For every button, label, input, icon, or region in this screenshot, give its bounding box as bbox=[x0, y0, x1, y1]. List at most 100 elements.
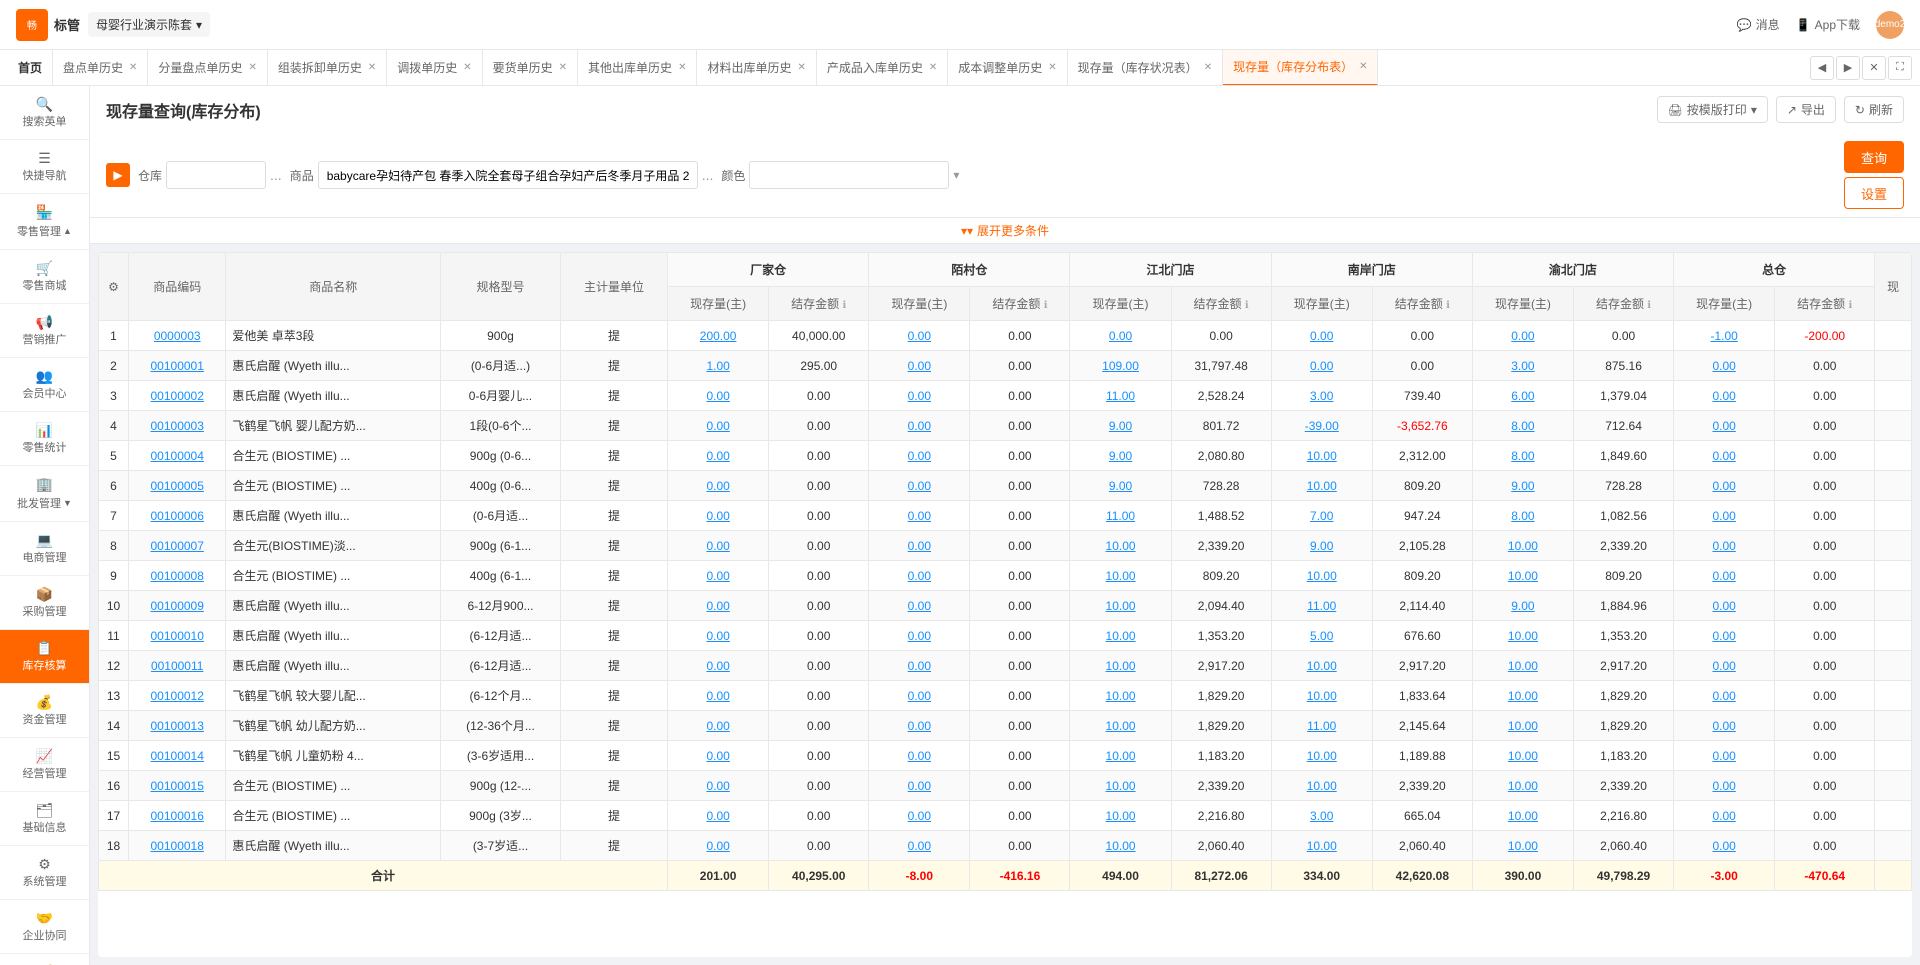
row-c5-qty[interactable]: 10.00 bbox=[1472, 681, 1573, 711]
row-c4-qty[interactable]: 0.00 bbox=[1271, 351, 1372, 381]
row-c2-qty[interactable]: 0.00 bbox=[869, 591, 970, 621]
sidebar-item-wholesale[interactable]: 🏢 批发管理 ▼ bbox=[0, 466, 89, 522]
tab-4-close[interactable]: ✕ bbox=[463, 62, 471, 73]
store-selector[interactable]: 母婴行业演示陈套 ▾ bbox=[88, 12, 210, 37]
row-code[interactable]: 00100018 bbox=[129, 831, 226, 861]
info-icon-4[interactable]: ℹ bbox=[1446, 300, 1450, 311]
row-total-qty[interactable]: 0.00 bbox=[1674, 831, 1775, 861]
row-c2-qty[interactable]: 0.00 bbox=[869, 381, 970, 411]
row-total-qty[interactable]: 0.00 bbox=[1674, 651, 1775, 681]
row-c2-qty[interactable]: 0.00 bbox=[869, 411, 970, 441]
row-c1-qty[interactable]: 0.00 bbox=[668, 771, 769, 801]
row-c5-qty[interactable]: 10.00 bbox=[1472, 831, 1573, 861]
row-c3-qty[interactable]: 9.00 bbox=[1070, 471, 1171, 501]
row-c4-qty[interactable]: 10.00 bbox=[1271, 771, 1372, 801]
row-c1-qty[interactable]: 0.00 bbox=[668, 711, 769, 741]
sidebar-item-purchase[interactable]: 📦 采购管理 bbox=[0, 576, 89, 630]
row-c5-qty[interactable]: 6.00 bbox=[1472, 381, 1573, 411]
row-c2-qty[interactable]: 0.00 bbox=[869, 651, 970, 681]
tab-5[interactable]: 要货单历史 ✕ bbox=[483, 50, 578, 86]
tab-8-close[interactable]: ✕ bbox=[929, 62, 937, 73]
row-c3-qty[interactable]: 10.00 bbox=[1070, 531, 1171, 561]
sidebar-item-finance[interactable]: 💰 资金管理 bbox=[0, 684, 89, 738]
row-c1-qty[interactable]: 0.00 bbox=[668, 471, 769, 501]
row-c1-qty[interactable]: 0.00 bbox=[668, 411, 769, 441]
row-total-qty[interactable]: 0.00 bbox=[1674, 381, 1775, 411]
row-c5-qty[interactable]: 8.00 bbox=[1472, 501, 1573, 531]
row-c1-qty[interactable]: 0.00 bbox=[668, 741, 769, 771]
row-c1-qty[interactable]: 0.00 bbox=[668, 441, 769, 471]
row-total-qty[interactable]: 0.00 bbox=[1674, 681, 1775, 711]
row-c3-qty[interactable]: 0.00 bbox=[1070, 321, 1171, 351]
row-c3-qty[interactable]: 10.00 bbox=[1070, 621, 1171, 651]
row-c4-qty[interactable]: 10.00 bbox=[1271, 741, 1372, 771]
row-c4-qty[interactable]: 9.00 bbox=[1271, 531, 1372, 561]
sidebar-item-guide[interactable]: 🧭 新手引导 bbox=[0, 954, 89, 965]
row-c4-qty[interactable]: 11.00 bbox=[1271, 591, 1372, 621]
row-c5-qty[interactable]: 10.00 bbox=[1472, 561, 1573, 591]
tab-5-close[interactable]: ✕ bbox=[559, 62, 567, 73]
row-c4-qty[interactable]: 10.00 bbox=[1271, 831, 1372, 861]
row-code[interactable]: 00100003 bbox=[129, 411, 226, 441]
row-code[interactable]: 00100013 bbox=[129, 711, 226, 741]
row-c5-qty[interactable]: 10.00 bbox=[1472, 651, 1573, 681]
row-c3-qty[interactable]: 10.00 bbox=[1070, 651, 1171, 681]
row-c5-qty[interactable]: 0.00 bbox=[1472, 321, 1573, 351]
row-c2-qty[interactable]: 0.00 bbox=[869, 831, 970, 861]
row-c4-qty[interactable]: 10.00 bbox=[1271, 471, 1372, 501]
export-btn[interactable]: ↗ 导出 bbox=[1776, 96, 1836, 123]
row-code[interactable]: 0000003 bbox=[129, 321, 226, 351]
tab-next-btn[interactable]: ▶ bbox=[1836, 56, 1860, 80]
row-c1-qty[interactable]: 1.00 bbox=[668, 351, 769, 381]
row-code[interactable]: 00100012 bbox=[129, 681, 226, 711]
row-code[interactable]: 00100006 bbox=[129, 501, 226, 531]
row-c5-qty[interactable]: 8.00 bbox=[1472, 411, 1573, 441]
row-code[interactable]: 00100009 bbox=[129, 591, 226, 621]
row-c5-qty[interactable]: 10.00 bbox=[1472, 531, 1573, 561]
row-c2-qty[interactable]: 0.00 bbox=[869, 711, 970, 741]
row-c2-qty[interactable]: 0.00 bbox=[869, 531, 970, 561]
row-code[interactable]: 00100007 bbox=[129, 531, 226, 561]
row-c5-qty[interactable]: 9.00 bbox=[1472, 591, 1573, 621]
tab-close-all-btn[interactable]: ✕ bbox=[1862, 56, 1886, 80]
user-menu[interactable]: demo2 bbox=[1876, 11, 1904, 39]
row-total-qty[interactable]: 0.00 bbox=[1674, 501, 1775, 531]
tab-1[interactable]: 盘点单历史 ✕ bbox=[53, 50, 148, 86]
row-c1-qty[interactable]: 0.00 bbox=[668, 501, 769, 531]
row-total-qty[interactable]: 0.00 bbox=[1674, 771, 1775, 801]
row-c1-qty[interactable]: 0.00 bbox=[668, 831, 769, 861]
sidebar-item-operations[interactable]: 📈 经营管理 bbox=[0, 738, 89, 792]
sidebar-item-retail-shop[interactable]: 🛒 零售商城 bbox=[0, 250, 89, 304]
filter-toggle-btn[interactable]: ▶ bbox=[106, 163, 130, 187]
row-c4-qty[interactable]: 10.00 bbox=[1271, 561, 1372, 591]
row-total-qty[interactable]: 0.00 bbox=[1674, 351, 1775, 381]
tab-fullscreen-btn[interactable]: ⛶ bbox=[1888, 56, 1912, 80]
goods-input[interactable] bbox=[318, 161, 698, 189]
row-c5-qty[interactable]: 9.00 bbox=[1472, 471, 1573, 501]
tab-3[interactable]: 组装拆卸单历史 ✕ bbox=[268, 50, 387, 86]
row-total-qty[interactable]: 0.00 bbox=[1674, 531, 1775, 561]
tab-6[interactable]: 其他出库单历史 ✕ bbox=[578, 50, 697, 86]
tab-home[interactable]: 首页 bbox=[8, 50, 53, 86]
row-c4-qty[interactable]: 3.00 bbox=[1271, 381, 1372, 411]
row-c4-qty[interactable]: 10.00 bbox=[1271, 441, 1372, 471]
row-c3-qty[interactable]: 10.00 bbox=[1070, 831, 1171, 861]
row-code[interactable]: 00100004 bbox=[129, 441, 226, 471]
row-c2-qty[interactable]: 0.00 bbox=[869, 801, 970, 831]
tab-9[interactable]: 成本调整单历史 ✕ bbox=[948, 50, 1067, 86]
sidebar-item-marketing[interactable]: 📢 营销推广 bbox=[0, 304, 89, 358]
row-total-qty[interactable]: 0.00 bbox=[1674, 411, 1775, 441]
row-c2-qty[interactable]: 0.00 bbox=[869, 741, 970, 771]
row-c1-qty[interactable]: 0.00 bbox=[668, 801, 769, 831]
row-c4-qty[interactable]: -39.00 bbox=[1271, 411, 1372, 441]
info-icon-3[interactable]: ℹ bbox=[1245, 300, 1249, 311]
tab-2-close[interactable]: ✕ bbox=[248, 62, 256, 73]
row-c4-qty[interactable]: 5.00 bbox=[1271, 621, 1372, 651]
tab-4[interactable]: 调拨单历史 ✕ bbox=[387, 50, 482, 86]
row-c4-qty[interactable]: 7.00 bbox=[1271, 501, 1372, 531]
tab-1-close[interactable]: ✕ bbox=[129, 62, 137, 73]
row-total-qty[interactable]: 0.00 bbox=[1674, 741, 1775, 771]
row-c4-qty[interactable]: 0.00 bbox=[1271, 321, 1372, 351]
row-c2-qty[interactable]: 0.00 bbox=[869, 351, 970, 381]
set-button[interactable]: 设置 bbox=[1844, 177, 1904, 209]
